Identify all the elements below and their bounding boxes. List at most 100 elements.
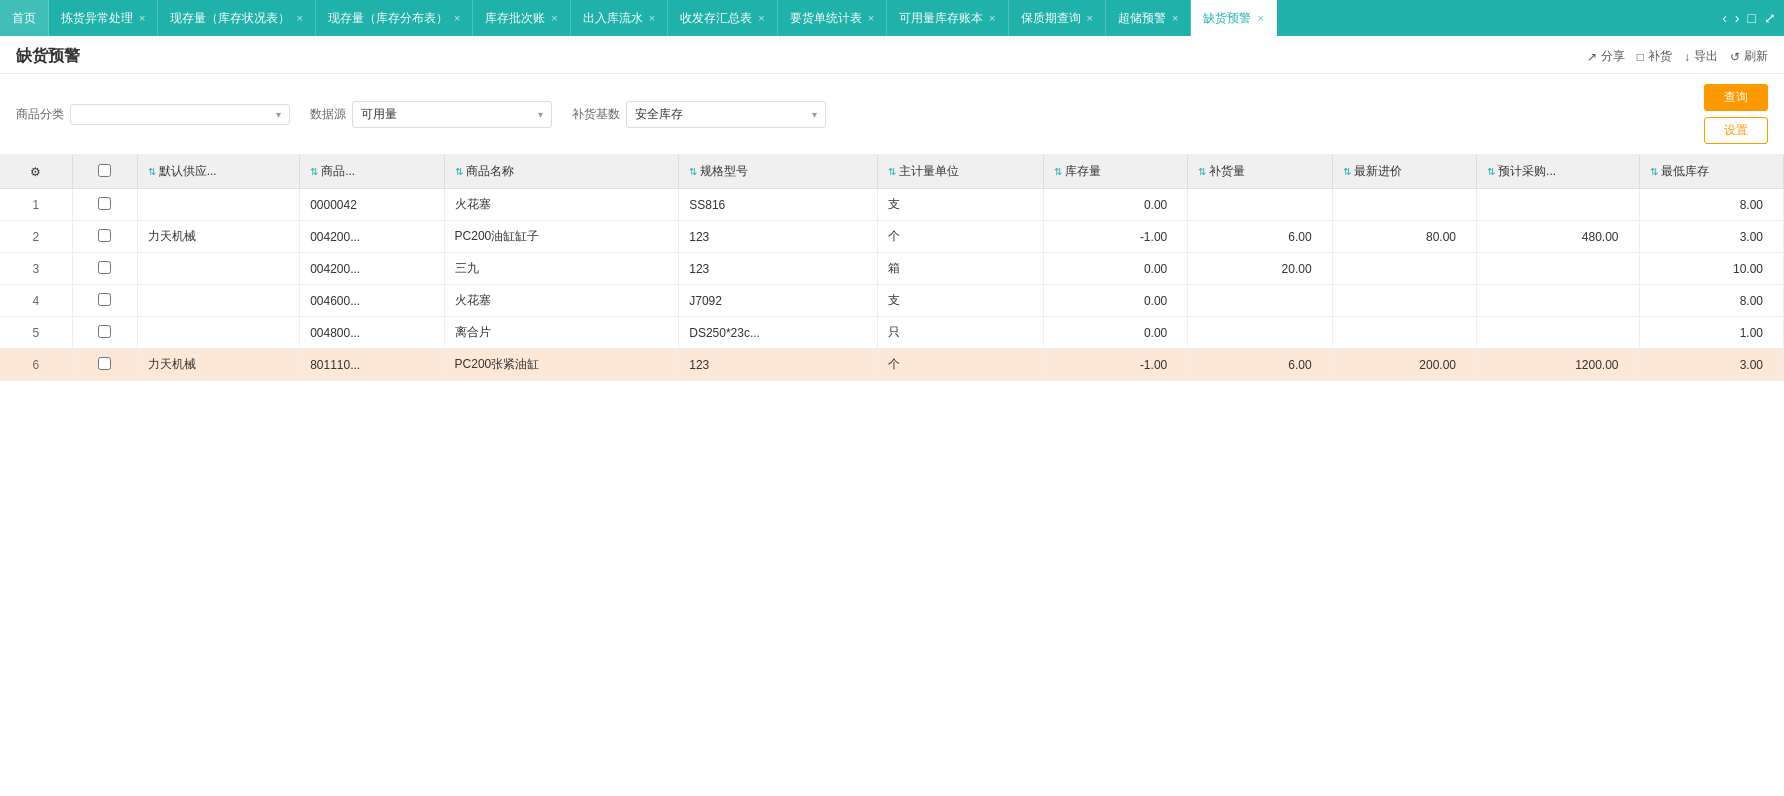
row-select-5[interactable] [98,325,111,338]
settings-button[interactable]: 设置 [1704,117,1768,144]
row-num-1: 1 [0,189,72,221]
col-code[interactable]: ⇅ 商品... [300,155,444,189]
tab-nav-buttons: ‹ › □ ⤢ [1714,8,1784,28]
replenish-icon: □ [1637,50,1644,64]
tab-batch[interactable]: 库存批次账 × [473,0,570,36]
replenish-base-value: 安全库存 [635,106,806,123]
row-unit-5: 只 [877,317,1043,349]
tab-requisition[interactable]: 要货单统计表 × [778,0,887,36]
row-min-stock-2: 3.00 [1639,221,1783,253]
datasource-select[interactable]: 可用量 ▾ [352,101,552,128]
col-min-stock[interactable]: ⇅ 最低库存 [1639,155,1783,189]
tab-expiry[interactable]: 保质期查询 × [1009,0,1106,36]
category-select[interactable]: ▾ [70,104,290,125]
datasource-filter-group: 数据源 可用量 ▾ [310,101,552,128]
tab-picking-error[interactable]: 拣货异常处理 × [49,0,158,36]
tab-close-shortage[interactable]: × [1257,12,1263,24]
row-checkbox-2 [72,221,137,253]
row-checkbox-6 [72,349,137,381]
tab-shortage[interactable]: 缺货预警 × [1191,0,1276,36]
col-supplier[interactable]: ⇅ 默认供应... [137,155,299,189]
row-checkbox-3 [72,253,137,285]
row-replenish-3: 20.00 [1188,253,1332,285]
row-checkbox-1 [72,189,137,221]
tab-summary[interactable]: 收发存汇总表 × [668,0,777,36]
tab-close-available[interactable]: × [989,12,995,24]
tab-close-inventory-status[interactable]: × [296,12,302,24]
replenish-base-select[interactable]: 安全库存 ▾ [626,101,826,128]
row-stock-3: 0.00 [1043,253,1187,285]
row-name-5: 离合片 [444,317,679,349]
row-est-purchase-3 [1477,253,1639,285]
tab-close-inventory-dist[interactable]: × [454,12,460,24]
datasource-select-value: 可用量 [361,106,532,123]
tab-close-batch[interactable]: × [551,12,557,24]
col-latest-price[interactable]: ⇅ 最新进价 [1332,155,1476,189]
row-supplier-4 [137,285,299,317]
row-latest-price-6: 200.00 [1332,349,1476,381]
refresh-button[interactable]: ↺ 刷新 [1730,48,1768,65]
row-stock-6: -1.00 [1043,349,1187,381]
row-select-4[interactable] [98,293,111,306]
tab-home[interactable]: 首页 [0,0,49,36]
tab-close-requisition[interactable]: × [868,12,874,24]
row-select-1[interactable] [98,197,111,210]
tab-inventory-status[interactable]: 现存量（库存状况表） × [158,0,315,36]
tab-close-summary[interactable]: × [758,12,764,24]
tab-inventory-dist[interactable]: 现存量（库存分布表） × [316,0,473,36]
row-code-6: 801110... [300,349,444,381]
row-unit-2: 个 [877,221,1043,253]
export-button[interactable]: ↓ 导出 [1684,48,1718,65]
row-supplier-1 [137,189,299,221]
row-replenish-1 [1188,189,1332,221]
tab-fullscreen[interactable]: ⤢ [1760,8,1780,28]
row-num-4: 4 [0,285,72,317]
row-code-1: 0000042 [300,189,444,221]
tab-close-overstock[interactable]: × [1172,12,1178,24]
share-button[interactable]: ↗ 分享 [1587,48,1625,65]
col-spec-sort-icon: ⇅ [689,166,697,177]
table-body: 1 0000042 火花塞 SS816 支 0.00 8.00 2 力天机械 0… [0,189,1784,381]
tab-close-inout[interactable]: × [649,12,655,24]
gear-icon[interactable]: ⚙ [30,165,41,179]
col-name[interactable]: ⇅ 商品名称 [444,155,679,189]
category-label: 商品分类 [16,106,64,123]
table-row: 6 力天机械 801110... PC200张紧油缸 123 个 -1.00 6… [0,349,1784,381]
row-spec-6: 123 [679,349,878,381]
row-code-4: 004600... [300,285,444,317]
row-min-stock-4: 8.00 [1639,285,1783,317]
row-select-2[interactable] [98,229,111,242]
row-stock-1: 0.00 [1043,189,1187,221]
tab-restore[interactable]: □ [1744,8,1760,28]
export-icon: ↓ [1684,50,1690,64]
tab-available[interactable]: 可用量库存账本 × [887,0,1008,36]
row-latest-price-4 [1332,285,1476,317]
row-min-stock-1: 8.00 [1639,189,1783,221]
row-select-6[interactable] [98,357,111,370]
datasource-label: 数据源 [310,106,346,123]
select-all-checkbox[interactable] [98,164,111,177]
col-stock[interactable]: ⇅ 库存量 [1043,155,1187,189]
tab-overstock[interactable]: 超储预警 × [1106,0,1191,36]
col-est-purchase[interactable]: ⇅ 预计采购... [1477,155,1639,189]
row-spec-1: SS816 [679,189,878,221]
col-settings[interactable]: ⚙ [0,155,72,189]
page-title: 缺货预警 [16,46,1587,67]
query-button[interactable]: 查询 [1704,84,1768,111]
table-row: 5 004800... 离合片 DS250*23c... 只 0.00 1.00 [0,317,1784,349]
tab-close-expiry[interactable]: × [1087,12,1093,24]
col-spec[interactable]: ⇅ 规格型号 [679,155,878,189]
datasource-dropdown-icon: ▾ [538,109,543,120]
col-replenish[interactable]: ⇅ 补货量 [1188,155,1332,189]
tab-inout[interactable]: 出入库流水 × [571,0,668,36]
row-spec-4: J7092 [679,285,878,317]
row-min-stock-5: 1.00 [1639,317,1783,349]
tab-scroll-left[interactable]: ‹ [1718,8,1731,28]
row-spec-3: 123 [679,253,878,285]
tab-scroll-right[interactable]: › [1731,8,1744,28]
row-select-3[interactable] [98,261,111,274]
replenish-button[interactable]: □ 补货 [1637,48,1672,65]
filter-row: 商品分类 ▾ 数据源 可用量 ▾ 补货基数 安全库存 ▾ 查询 设置 [0,74,1784,155]
col-unit[interactable]: ⇅ 主计量单位 [877,155,1043,189]
tab-close-picking-error[interactable]: × [139,12,145,24]
